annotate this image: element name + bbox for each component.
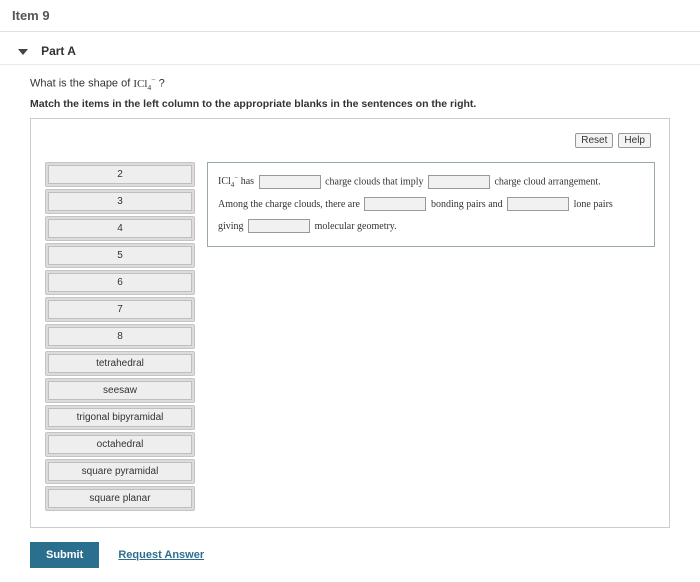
tile-wrap: square planar: [45, 486, 195, 511]
sent2-mid: bonding pairs and: [431, 199, 503, 210]
tile-wrap: 2: [45, 162, 195, 187]
tile-wrap: 3: [45, 189, 195, 214]
tile-7[interactable]: 7: [48, 300, 192, 319]
sent1-end: charge cloud arrangement.: [494, 176, 600, 187]
sentence-column: ICl4− has charge clouds that imply charg…: [207, 162, 655, 247]
sent3-pre: giving: [218, 221, 244, 232]
tile-5[interactable]: 5: [48, 246, 192, 265]
tile-wrap: 5: [45, 243, 195, 268]
sent1-pre: ICl4− has: [218, 176, 254, 187]
content-area: What is the shape of ICl4− ? Match the i…: [0, 65, 700, 582]
footer: Submit Request Answer: [30, 542, 670, 568]
tile-square-pyramidal[interactable]: square pyramidal: [48, 462, 192, 481]
sent1-mid: charge clouds that imply: [325, 176, 423, 187]
question-post: ?: [159, 78, 165, 90]
request-answer-link[interactable]: Request Answer: [118, 549, 204, 561]
reset-button[interactable]: Reset: [575, 133, 613, 148]
tile-trigonal-bipyramidal[interactable]: trigonal bipyramidal: [48, 408, 192, 427]
sentence-box: ICl4− has charge clouds that imply charg…: [207, 162, 655, 247]
blank-3[interactable]: [364, 197, 426, 211]
tile-square-planar[interactable]: square planar: [48, 489, 192, 508]
caret-down-icon: [18, 49, 28, 55]
blank-2[interactable]: [428, 175, 490, 189]
part-label: Part A: [41, 44, 76, 58]
tile-wrap: square pyramidal: [45, 459, 195, 484]
blank-4[interactable]: [507, 197, 569, 211]
tile-octahedral[interactable]: octahedral: [48, 435, 192, 454]
tile-4[interactable]: 4: [48, 219, 192, 238]
question-formula: ICl4−: [133, 78, 155, 90]
tile-wrap: 7: [45, 297, 195, 322]
work-area: Reset Help 2 3 4 5 6 7 8 tetrahedral see…: [30, 118, 670, 528]
blank-5[interactable]: [248, 219, 310, 233]
tile-wrap: 8: [45, 324, 195, 349]
sent2-end: lone pairs: [574, 199, 613, 210]
tile-wrap: 4: [45, 216, 195, 241]
tile-seesaw[interactable]: seesaw: [48, 381, 192, 400]
tiles-column: 2 3 4 5 6 7 8 tetrahedral seesaw trigona…: [45, 162, 195, 513]
question-text: What is the shape of ICl4− ?: [30, 75, 670, 92]
help-button[interactable]: Help: [618, 133, 651, 148]
tile-8[interactable]: 8: [48, 327, 192, 346]
sent3-end: molecular geometry.: [315, 221, 397, 232]
tile-tetrahedral[interactable]: tetrahedral: [48, 354, 192, 373]
tile-wrap: trigonal bipyramidal: [45, 405, 195, 430]
tile-wrap: octahedral: [45, 432, 195, 457]
sent2-pre: Among the charge clouds, there are: [218, 199, 360, 210]
submit-button[interactable]: Submit: [30, 542, 99, 568]
top-buttons: Reset Help: [45, 133, 655, 162]
part-header[interactable]: Part A: [0, 36, 700, 65]
tile-6[interactable]: 6: [48, 273, 192, 292]
blank-1[interactable]: [259, 175, 321, 189]
tile-wrap: seesaw: [45, 378, 195, 403]
question-instruction: Match the items in the left column to th…: [30, 98, 670, 110]
tile-wrap: 6: [45, 270, 195, 295]
tile-2[interactable]: 2: [48, 165, 192, 184]
item-number: Item 9: [12, 8, 50, 23]
tile-wrap: tetrahedral: [45, 351, 195, 376]
item-header: Item 9: [0, 0, 700, 32]
question-pre: What is the shape of: [30, 78, 133, 90]
tile-3[interactable]: 3: [48, 192, 192, 211]
